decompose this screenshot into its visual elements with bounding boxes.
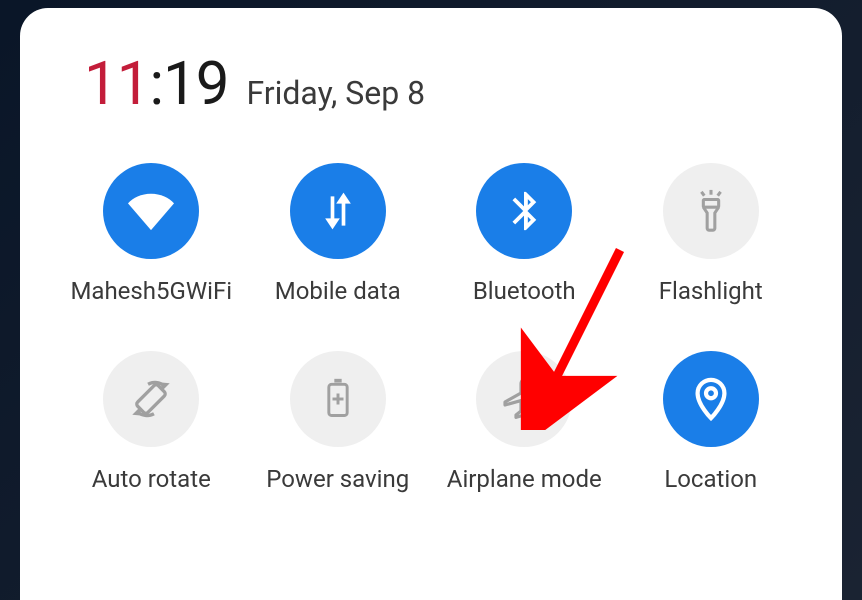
- tile-flashlight[interactable]: Flashlight: [630, 163, 793, 305]
- wifi-icon: [103, 163, 199, 259]
- tile-mobile-data[interactable]: Mobile data: [257, 163, 420, 305]
- tile-power-saving[interactable]: Power saving: [257, 351, 420, 493]
- tile-label: Power saving: [266, 465, 409, 493]
- clock-date: Friday, Sep 8: [246, 74, 425, 112]
- clock-hour: 11: [84, 48, 149, 119]
- tile-label: Location: [664, 465, 757, 493]
- clock-separator: :: [149, 48, 163, 119]
- auto-rotate-icon: [103, 351, 199, 447]
- flashlight-icon: [663, 163, 759, 259]
- power-saving-icon: [290, 351, 386, 447]
- clock-time: 11:19: [84, 48, 228, 119]
- mobile-data-icon: [290, 163, 386, 259]
- tile-auto-rotate[interactable]: Auto rotate: [70, 351, 233, 493]
- tile-bluetooth[interactable]: Bluetooth: [443, 163, 606, 305]
- status-header: 11:19 Friday, Sep 8: [84, 48, 792, 119]
- tile-label: Bluetooth: [473, 277, 576, 305]
- location-icon: [663, 351, 759, 447]
- tile-location[interactable]: Location: [630, 351, 793, 493]
- tile-airplane-mode[interactable]: Airplane mode: [443, 351, 606, 493]
- tile-label: Mahesh5GWiFi: [70, 277, 232, 305]
- quick-settings-tiles: Mahesh5GWiFi Mobile data Bluetooth Flash…: [70, 163, 792, 493]
- bluetooth-icon: [476, 163, 572, 259]
- tile-label: Flashlight: [659, 277, 763, 305]
- airplane-icon: [476, 351, 572, 447]
- tile-label: Mobile data: [275, 277, 401, 305]
- clock-minute: 19: [163, 48, 228, 119]
- quick-settings-panel: 11:19 Friday, Sep 8 Mahesh5GWiFi Mobile …: [20, 8, 842, 600]
- tile-label: Airplane mode: [447, 465, 602, 493]
- tile-label: Auto rotate: [92, 465, 211, 493]
- tile-wifi[interactable]: Mahesh5GWiFi: [70, 163, 233, 305]
